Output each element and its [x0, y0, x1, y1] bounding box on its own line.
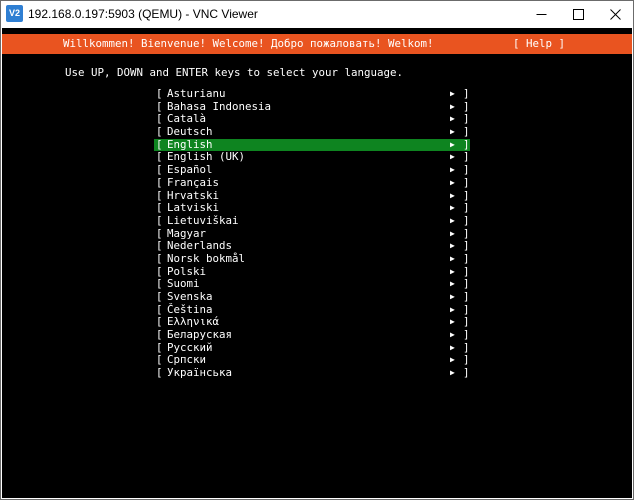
- bracket-open: [: [156, 125, 163, 139]
- language-label: Asturianu: [167, 87, 226, 100]
- arrow-right-icon: ▶: [450, 253, 455, 263]
- bracket-open: [: [156, 251, 163, 265]
- bracket-close: ]: [463, 366, 470, 380]
- arrow-right-icon: ▶: [450, 342, 455, 352]
- language-option[interactable]: [ Español ▶]: [154, 163, 470, 177]
- language-list: [Asturianu ▶][Bahasa Indonesia ▶][Català ▶]…: [154, 87, 470, 380]
- close-icon: [609, 8, 621, 20]
- window-title: 192.168.0.197:5903 (QEMU) - VNC Viewer: [28, 7, 258, 21]
- arrow-right-icon: ▶: [450, 203, 455, 213]
- bracket-close: ]: [463, 290, 470, 303]
- arrow-right-icon: ▶: [450, 228, 455, 238]
- bracket-close: ]: [463, 175, 470, 189]
- language-label: Français: [167, 175, 220, 189]
- language-option[interactable]: [ Deutsch ▶]: [154, 125, 470, 139]
- arrow-right-icon: ▶: [450, 127, 455, 137]
- language-option[interactable]: [ Беларуская ▶]: [154, 328, 470, 342]
- language-option[interactable]: [Polski ▶]: [154, 265, 470, 279]
- arrow-right-icon: ▶: [450, 190, 455, 200]
- title-bar[interactable]: V2 192.168.0.197:5903 (QEMU) - VNC Viewe…: [1, 1, 633, 27]
- arrow-right-icon: ▶: [450, 114, 455, 124]
- language-label: Deutsch: [167, 125, 213, 139]
- arrow-right-icon: ▶: [450, 368, 455, 378]
- arrow-right-icon: ▶: [450, 215, 455, 225]
- language-option[interactable]: [ Svenska ▶]: [154, 290, 470, 304]
- language-label: Svenska: [167, 290, 213, 303]
- bracket-open: [: [156, 201, 163, 215]
- arrow-right-icon: ▶: [450, 177, 455, 187]
- help-button[interactable]: [ Help ]: [513, 34, 565, 54]
- minimize-icon: [536, 13, 546, 15]
- bracket-open: [: [156, 213, 163, 227]
- language-option[interactable]: [ Lietuviškai ▶]: [154, 213, 470, 228]
- bracket-open: [: [156, 366, 163, 380]
- language-label: Українська: [167, 366, 233, 380]
- language-label: Lietuviškai: [167, 213, 239, 227]
- bracket-close: ]: [463, 125, 470, 139]
- bracket-close: ]: [463, 328, 470, 342]
- language-option[interactable]: [ Norsk bokmål ▶]: [154, 251, 470, 266]
- bracket-close: ]: [463, 201, 470, 215]
- arrow-right-icon: ▶: [450, 279, 455, 289]
- language-option[interactable]: [ Asturianu ▶]: [154, 87, 470, 101]
- language-label: Español: [167, 163, 213, 177]
- arrow-right-icon: ▶: [450, 292, 455, 301]
- language-label: Norsk bokmål: [167, 251, 246, 265]
- language-label: Беларуская: [167, 328, 233, 342]
- close-button[interactable]: [595, 1, 634, 27]
- arrow-right-icon: ▶: [450, 89, 455, 98]
- arrow-right-icon: ▶: [450, 266, 455, 276]
- bracket-open: [: [156, 163, 163, 177]
- arrow-right-icon: ▶: [450, 152, 455, 162]
- minimize-button[interactable]: [521, 1, 561, 27]
- bracket-close: ]: [463, 213, 470, 227]
- language-label: Latviski: [167, 201, 220, 215]
- bracket-open: [: [156, 290, 163, 303]
- bracket-close: ]: [463, 163, 470, 177]
- language-option[interactable]: [ Latviski ▶]: [154, 201, 470, 215]
- vnc-app-icon: V2: [6, 5, 23, 22]
- language-option[interactable]: [ Français ▶]: [154, 175, 470, 190]
- bracket-open: [: [156, 87, 163, 100]
- arrow-right-icon: ▶: [450, 355, 455, 365]
- arrow-right-icon: ▶: [450, 330, 455, 340]
- arrow-right-icon: ▶: [450, 317, 455, 327]
- remote-screen[interactable]: Willkommen! Bienvenue! Welcome! Добро по…: [2, 28, 632, 498]
- arrow-right-icon: ▶: [450, 241, 455, 251]
- arrow-right-icon: ▶: [450, 139, 455, 149]
- installer-header-bar: Willkommen! Bienvenue! Welcome! Добро по…: [2, 34, 632, 54]
- bracket-open: [: [156, 328, 163, 342]
- bracket-close: ]: [463, 251, 470, 265]
- bracket-close: ]: [463, 87, 470, 100]
- arrow-right-icon: ▶: [450, 101, 455, 111]
- bracket-open: [: [156, 175, 163, 189]
- language-option[interactable]: [ Українська ▶]: [154, 366, 470, 380]
- welcome-banner: Willkommen! Bienvenue! Welcome! Добро по…: [63, 37, 434, 50]
- instruction-text: Use UP, DOWN and ENTER keys to select yo…: [65, 66, 404, 79]
- maximize-button[interactable]: [558, 1, 598, 27]
- maximize-icon: [572, 8, 584, 20]
- arrow-right-icon: ▶: [450, 165, 455, 175]
- vnc-viewer-window: V2 192.168.0.197:5903 (QEMU) - VNC Viewe…: [0, 0, 634, 500]
- arrow-right-icon: ▶: [450, 304, 455, 314]
